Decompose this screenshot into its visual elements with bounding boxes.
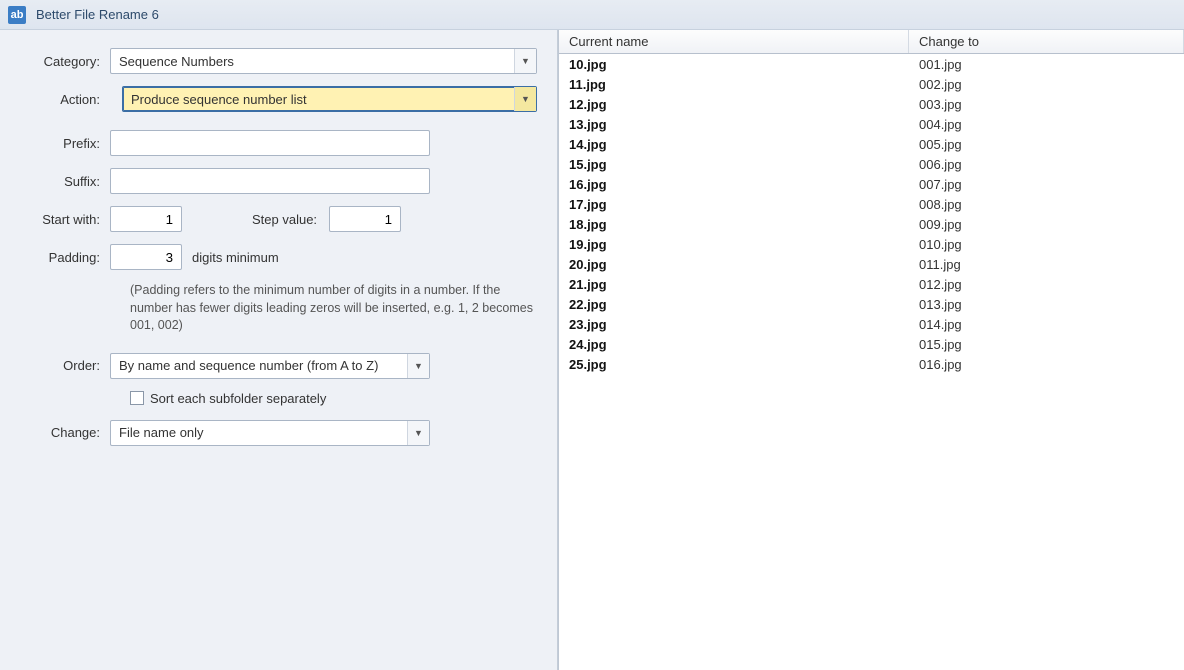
cell-change-to: 006.jpg [909, 157, 1184, 172]
cell-current-name: 21.jpg [559, 277, 909, 292]
category-label: Category: [20, 54, 110, 69]
table-row[interactable]: 18.jpg009.jpg [559, 214, 1184, 234]
cell-change-to: 012.jpg [909, 277, 1184, 292]
cell-current-name: 10.jpg [559, 57, 909, 72]
change-label: Change: [20, 425, 110, 440]
action-select-value: Produce sequence number list [123, 92, 315, 107]
table-row[interactable]: 12.jpg003.jpg [559, 94, 1184, 114]
table-row[interactable]: 17.jpg008.jpg [559, 194, 1184, 214]
cell-current-name: 12.jpg [559, 97, 909, 112]
order-select[interactable]: By name and sequence number (from A to Z… [110, 353, 430, 379]
cell-current-name: 23.jpg [559, 317, 909, 332]
chevron-down-icon: ▼ [414, 428, 423, 438]
prefix-label: Prefix: [20, 136, 110, 151]
category-select-value: Sequence Numbers [111, 54, 242, 69]
order-select-button[interactable]: ▼ [407, 354, 429, 378]
titlebar: ab Better File Rename 6 [0, 0, 1184, 30]
category-select-button[interactable]: ▼ [514, 49, 536, 73]
padding-unit: digits minimum [192, 250, 279, 265]
cell-current-name: 14.jpg [559, 137, 909, 152]
cell-current-name: 20.jpg [559, 257, 909, 272]
cell-current-name: 18.jpg [559, 217, 909, 232]
suffix-label: Suffix: [20, 174, 110, 189]
sort-subfolder-label: Sort each subfolder separately [150, 391, 326, 406]
table-row[interactable]: 16.jpg007.jpg [559, 174, 1184, 194]
cell-change-to: 005.jpg [909, 137, 1184, 152]
action-select[interactable]: Produce sequence number list ▼ [122, 86, 537, 112]
table-row[interactable]: 11.jpg002.jpg [559, 74, 1184, 94]
cell-current-name: 16.jpg [559, 177, 909, 192]
cell-current-name: 24.jpg [559, 337, 909, 352]
table-row[interactable]: 19.jpg010.jpg [559, 234, 1184, 254]
action-label: Action: [20, 92, 110, 107]
preview-header: Current name Change to [559, 30, 1184, 54]
action-select-button[interactable]: ▼ [514, 87, 536, 111]
cell-current-name: 13.jpg [559, 117, 909, 132]
cell-change-to: 004.jpg [909, 117, 1184, 132]
cell-current-name: 22.jpg [559, 297, 909, 312]
cell-change-to: 014.jpg [909, 317, 1184, 332]
table-row[interactable]: 20.jpg011.jpg [559, 254, 1184, 274]
cell-change-to: 007.jpg [909, 177, 1184, 192]
table-row[interactable]: 25.jpg016.jpg [559, 354, 1184, 374]
cell-current-name: 19.jpg [559, 237, 909, 252]
table-row[interactable]: 15.jpg006.jpg [559, 154, 1184, 174]
table-row[interactable]: 13.jpg004.jpg [559, 114, 1184, 134]
app-icon: ab [8, 6, 26, 24]
cell-current-name: 25.jpg [559, 357, 909, 372]
settings-panel: Category: Sequence Numbers ▼ Action: Pro… [0, 30, 558, 670]
cell-current-name: 11.jpg [559, 77, 909, 92]
cell-change-to: 001.jpg [909, 57, 1184, 72]
order-label: Order: [20, 358, 110, 373]
start-with-input[interactable] [110, 206, 182, 232]
chevron-down-icon: ▼ [521, 56, 530, 66]
cell-current-name: 15.jpg [559, 157, 909, 172]
cell-change-to: 016.jpg [909, 357, 1184, 372]
step-value-label: Step value: [252, 212, 317, 227]
cell-change-to: 008.jpg [909, 197, 1184, 212]
cell-change-to: 003.jpg [909, 97, 1184, 112]
header-current-name[interactable]: Current name [559, 30, 909, 53]
padding-label: Padding: [20, 250, 110, 265]
preview-panel: Current name Change to 10.jpg001.jpg11.j… [558, 30, 1184, 670]
table-row[interactable]: 24.jpg015.jpg [559, 334, 1184, 354]
table-row[interactable]: 10.jpg001.jpg [559, 54, 1184, 74]
table-row[interactable]: 23.jpg014.jpg [559, 314, 1184, 334]
change-select-value: File name only [111, 425, 212, 440]
chevron-down-icon: ▼ [521, 94, 530, 104]
cell-change-to: 009.jpg [909, 217, 1184, 232]
chevron-down-icon: ▼ [414, 361, 423, 371]
table-row[interactable]: 14.jpg005.jpg [559, 134, 1184, 154]
change-select-button[interactable]: ▼ [407, 421, 429, 445]
preview-rows: 10.jpg001.jpg11.jpg002.jpg12.jpg003.jpg1… [559, 54, 1184, 374]
cell-change-to: 015.jpg [909, 337, 1184, 352]
padding-hint: (Padding refers to the minimum number of… [130, 282, 537, 335]
app-icon-glyph: ab [11, 9, 24, 21]
cell-change-to: 011.jpg [909, 257, 1184, 272]
cell-change-to: 013.jpg [909, 297, 1184, 312]
cell-current-name: 17.jpg [559, 197, 909, 212]
padding-input[interactable] [110, 244, 182, 270]
prefix-input[interactable] [110, 130, 430, 156]
change-select[interactable]: File name only ▼ [110, 420, 430, 446]
app-title: Better File Rename 6 [36, 7, 159, 22]
sort-subfolder-checkbox[interactable] [130, 391, 144, 405]
cell-change-to: 010.jpg [909, 237, 1184, 252]
table-row[interactable]: 21.jpg012.jpg [559, 274, 1184, 294]
table-row[interactable]: 22.jpg013.jpg [559, 294, 1184, 314]
category-select[interactable]: Sequence Numbers ▼ [110, 48, 537, 74]
suffix-input[interactable] [110, 168, 430, 194]
start-with-label: Start with: [20, 212, 110, 227]
order-select-value: By name and sequence number (from A to Z… [111, 358, 386, 373]
step-value-input[interactable] [329, 206, 401, 232]
header-change-to[interactable]: Change to [909, 30, 1184, 53]
cell-change-to: 002.jpg [909, 77, 1184, 92]
